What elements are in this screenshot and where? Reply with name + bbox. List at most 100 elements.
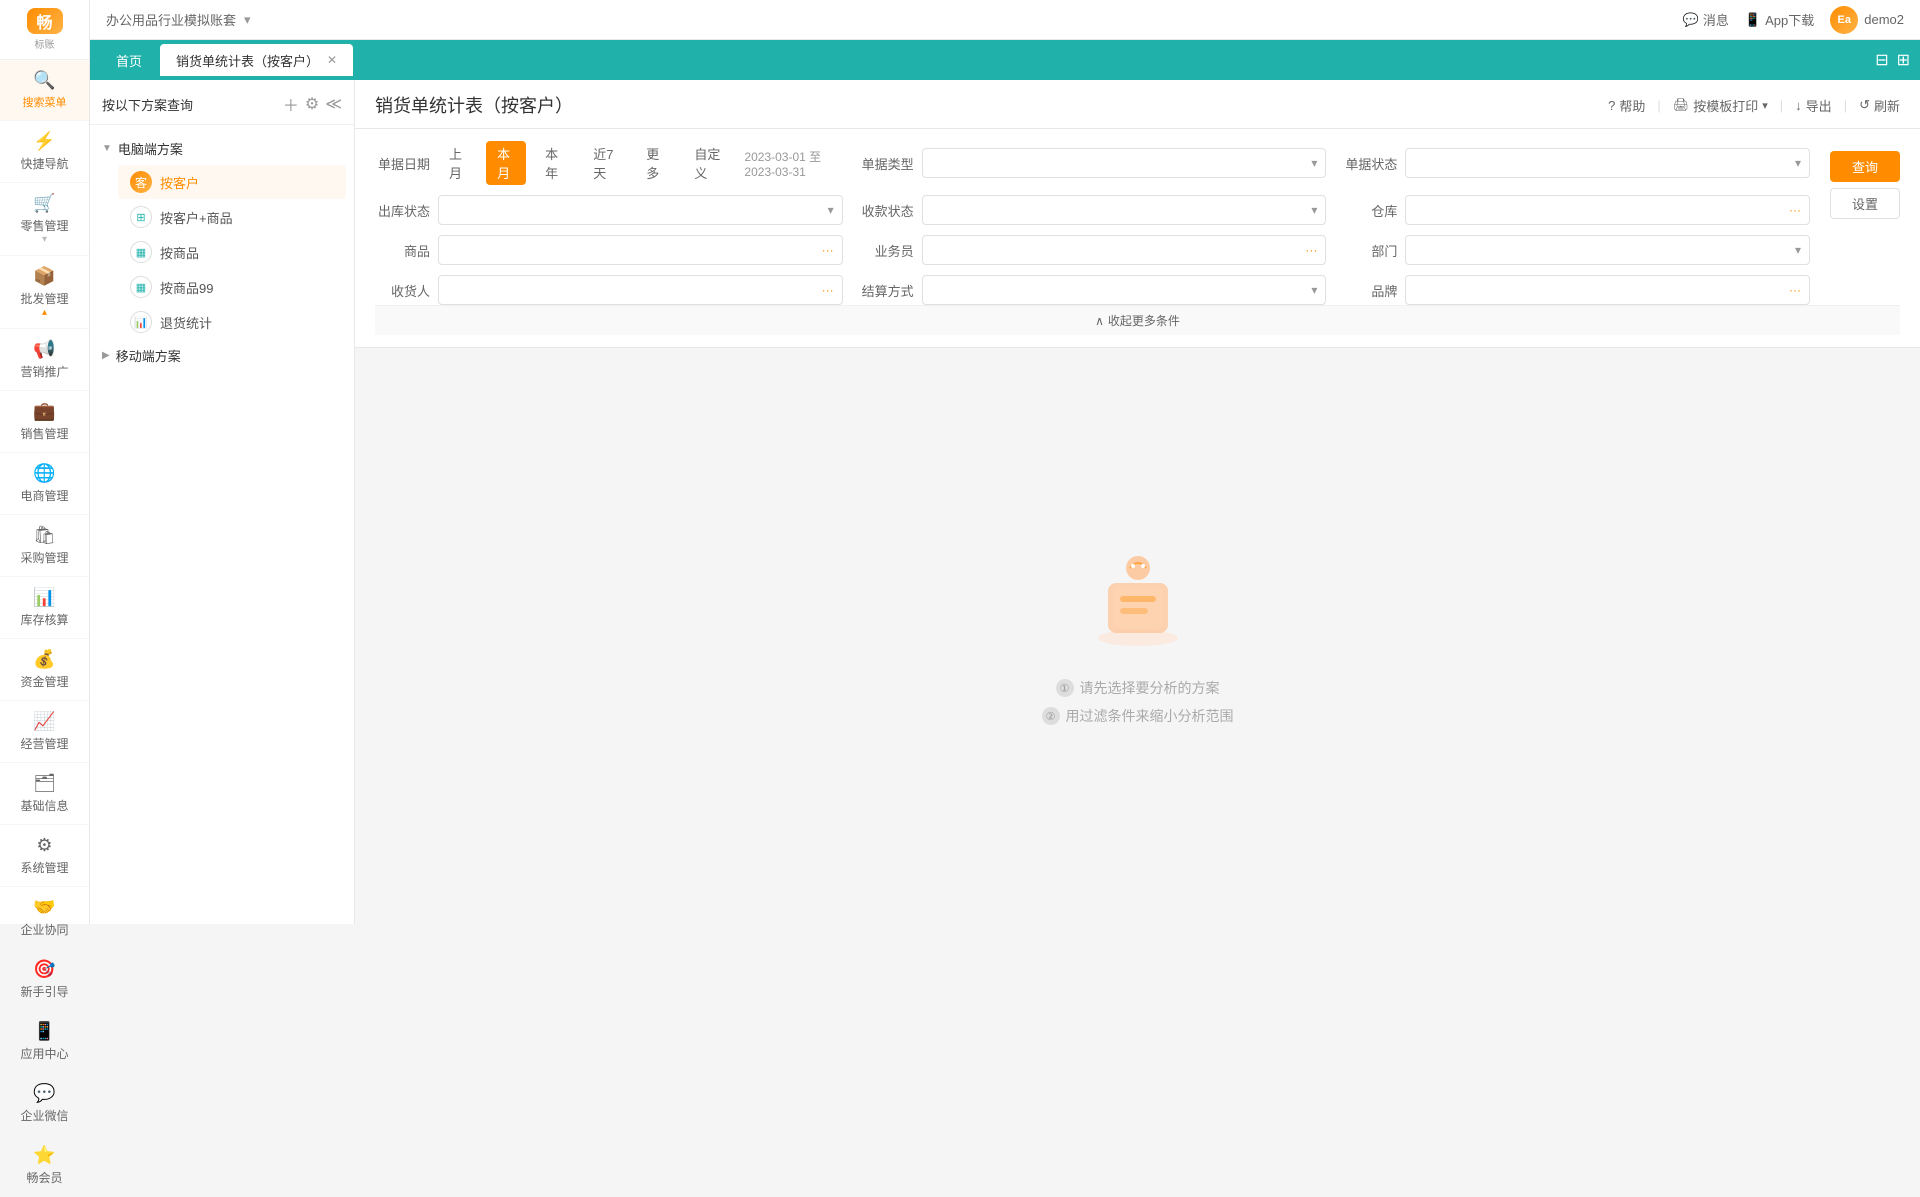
base-icon: 🗂 xyxy=(33,773,56,794)
tree-child-by-customer-goods[interactable]: ⊞ 按客户+商品 xyxy=(118,200,346,234)
department-dropdown[interactable]: ▾ xyxy=(1405,235,1810,265)
warehouse-input[interactable]: ··· xyxy=(1405,195,1810,225)
salesperson-label: 业务员 xyxy=(859,241,914,260)
sidebar-item-business[interactable]: 📈 经营管理 xyxy=(0,701,89,763)
return-stat-icon: 📊 xyxy=(130,311,152,333)
query-button[interactable]: 查询 xyxy=(1830,151,1900,182)
by-goods-99-icon: ▦ xyxy=(130,276,152,298)
settings-button[interactable]: 设置 xyxy=(1830,188,1900,219)
tree-parent-label: 电脑端方案 xyxy=(118,139,183,158)
template-print-button[interactable]: 🖨 按模板打印 ▾ xyxy=(1673,96,1768,115)
date-btn-last-7[interactable]: 近7天 xyxy=(582,141,627,185)
department-item: 部门 ▾ xyxy=(1342,235,1810,265)
date-filter-item: 单据日期 上月 本月 本年 近7天 更多 自定义 2023-03-01 至 20… xyxy=(375,141,843,185)
sidebar-item-search[interactable]: 🔍 搜索菜单 xyxy=(0,60,89,121)
breadcrumb-dropdown[interactable]: ▾ xyxy=(244,12,251,28)
settle-dropdown[interactable]: ▾ xyxy=(922,275,1327,305)
sidebar-item-finance[interactable]: 💰 资金管理 xyxy=(0,639,89,701)
app-download-button[interactable]: 📱 App下载 xyxy=(1745,10,1814,29)
sidebar-item-ecommerce[interactable]: 🌐 电商管理 xyxy=(0,453,89,515)
receive-status-dropdown[interactable]: ▾ xyxy=(922,195,1327,225)
tab-bar: 首页 销货单统计表（按客户） ✕ ⊟ ⊞ xyxy=(90,40,1920,80)
tree-parent-mobile[interactable]: ▶ 移动端方案 xyxy=(90,340,354,371)
refresh-icon: ↺ xyxy=(1859,97,1870,113)
header-left: 办公用品行业模拟账套 ▾ xyxy=(106,10,251,29)
sidebar-item-purchase[interactable]: 🛍 采购管理 xyxy=(0,515,89,577)
print-dropdown-icon[interactable]: ▾ xyxy=(1762,99,1768,112)
scheme-tree: ▼ 电脑端方案 客 按客户 ⊞ 按客户+商品 xyxy=(90,125,354,379)
sidebar-item-guide[interactable]: 🎯 新手引导 xyxy=(0,949,89,1011)
filter-row-4: 收货人 ··· 结算方式 ▾ xyxy=(375,275,1810,305)
tab-sales-stat[interactable]: 销货单统计表（按客户） ✕ xyxy=(160,44,353,76)
date-btn-more[interactable]: 更多 xyxy=(635,141,675,185)
sidebar-item-quick-nav[interactable]: ⚡ 快捷导航 xyxy=(0,121,89,183)
enterprise-wx-icon: 💬 xyxy=(33,1083,55,1104)
purchase-icon: 🛍 xyxy=(33,525,56,546)
refresh-button[interactable]: ↺ 刷新 xyxy=(1859,96,1900,115)
date-btn-custom[interactable]: 自定义 xyxy=(683,141,732,185)
date-btn-this-month[interactable]: 本月 xyxy=(486,141,526,185)
date-btn-this-year[interactable]: 本年 xyxy=(534,141,574,185)
tree-child-return-stat[interactable]: 📊 退货统计 xyxy=(118,305,346,339)
filter-area: 单据日期 上月 本月 本年 近7天 更多 自定义 2023-03-01 至 20… xyxy=(355,129,1920,348)
sidebar-item-wholesale[interactable]: 📦 批发管理 ▴ xyxy=(0,256,89,329)
tab-close-icon[interactable]: ✕ xyxy=(327,53,337,67)
tree-child-by-goods-99[interactable]: ▦ 按商品99 xyxy=(118,270,346,304)
sidebar-item-inventory[interactable]: 📊 库存核算 xyxy=(0,577,89,639)
status-dropdown-arrow: ▾ xyxy=(1795,156,1801,170)
edit-scheme-button[interactable]: ⚙ xyxy=(305,94,319,114)
out-status-dropdown[interactable]: ▾ xyxy=(438,195,843,225)
settle-dropdown-arrow: ▾ xyxy=(1311,283,1317,297)
tab-fullscreen-icon[interactable]: ⊞ xyxy=(1897,50,1910,70)
collapse-panel-button[interactable]: ≪ xyxy=(325,94,342,114)
goods-input[interactable]: ··· xyxy=(438,235,843,265)
main-content: 办公用品行业模拟账套 ▾ 💬 消息 📱 App下载 Ea demo2 首页 xyxy=(90,0,1920,924)
salesperson-input[interactable]: ··· xyxy=(922,235,1327,265)
tree-child-by-customer[interactable]: 客 按客户 xyxy=(118,165,346,199)
out-status-label: 出库状态 xyxy=(375,201,430,220)
sidebar-item-cooperation[interactable]: 🤝 企业协同 xyxy=(0,887,89,949)
date-btn-last-month[interactable]: 上月 xyxy=(438,141,478,185)
message-icon: 💬 xyxy=(1683,12,1699,28)
add-scheme-button[interactable]: ＋ xyxy=(283,92,299,116)
consignee-label: 收货人 xyxy=(375,281,430,300)
sidebar-item-sales[interactable]: 💼 销售管理 xyxy=(0,391,89,453)
status-dropdown[interactable]: ▾ xyxy=(1405,148,1810,178)
membership-icon: ⭐ xyxy=(33,1145,55,1166)
tab-minimize-icon[interactable]: ⊟ xyxy=(1875,50,1888,70)
export-button[interactable]: ↓ 导出 xyxy=(1795,96,1832,115)
message-button[interactable]: 💬 消息 xyxy=(1683,10,1729,29)
user-profile[interactable]: Ea demo2 xyxy=(1830,6,1904,34)
goods-label: 商品 xyxy=(375,241,430,260)
tree-collapse-icon: ▶ xyxy=(102,350,110,361)
by-customer-icon: 客 xyxy=(130,171,152,193)
tab-actions: ⊟ ⊞ xyxy=(1875,50,1910,70)
tab-home[interactable]: 首页 xyxy=(100,44,158,76)
page-title-bar: 销货单统计表（按客户） ? 帮助 | 🖨 按模板打印 ▾ | ↓ xyxy=(355,80,1920,129)
sidebar-item-retail[interactable]: 🛒 零售管理 ▾ xyxy=(0,183,89,256)
type-dropdown[interactable]: ▾ xyxy=(922,148,1327,178)
out-status-item: 出库状态 ▾ xyxy=(375,195,843,225)
help-button[interactable]: ? 帮助 xyxy=(1608,96,1645,115)
collapse-bar[interactable]: ∧ 收起更多条件 xyxy=(375,305,1900,335)
consignee-input[interactable]: ··· xyxy=(438,275,843,305)
collapse-label: 收起更多条件 xyxy=(1108,312,1180,329)
by-goods-icon: ▦ xyxy=(130,241,152,263)
sidebar-item-membership[interactable]: ⭐ 畅会员 xyxy=(0,1135,89,1197)
sidebar-item-base[interactable]: 🗂 基础信息 xyxy=(0,763,89,825)
sidebar-item-app-center[interactable]: 📱 应用中心 xyxy=(0,1011,89,1073)
tree-parent-desktop[interactable]: ▼ 电脑端方案 xyxy=(90,133,354,164)
department-dropdown-arrow: ▾ xyxy=(1795,243,1801,257)
hint-num-1: ① xyxy=(1056,679,1074,697)
app-download-icon: 📱 xyxy=(1745,12,1761,28)
sidebar-item-enterprise-wx[interactable]: 💬 企业微信 xyxy=(0,1073,89,1135)
brand-more-icon: ··· xyxy=(1789,283,1801,297)
tree-child-by-goods[interactable]: ▦ 按商品 xyxy=(118,235,346,269)
left-panel-header: 按以下方案查询 ＋ ⚙ ≪ xyxy=(90,80,354,125)
export-icon: ↓ xyxy=(1795,98,1802,113)
query-buttons: 查询 设置 xyxy=(1830,141,1900,305)
sidebar-item-system[interactable]: ⚙ 系统管理 xyxy=(0,825,89,887)
sidebar-item-marketing[interactable]: 📢 营销推广 xyxy=(0,329,89,391)
brand-input[interactable]: ··· xyxy=(1405,275,1810,305)
date-label: 单据日期 xyxy=(375,154,430,173)
